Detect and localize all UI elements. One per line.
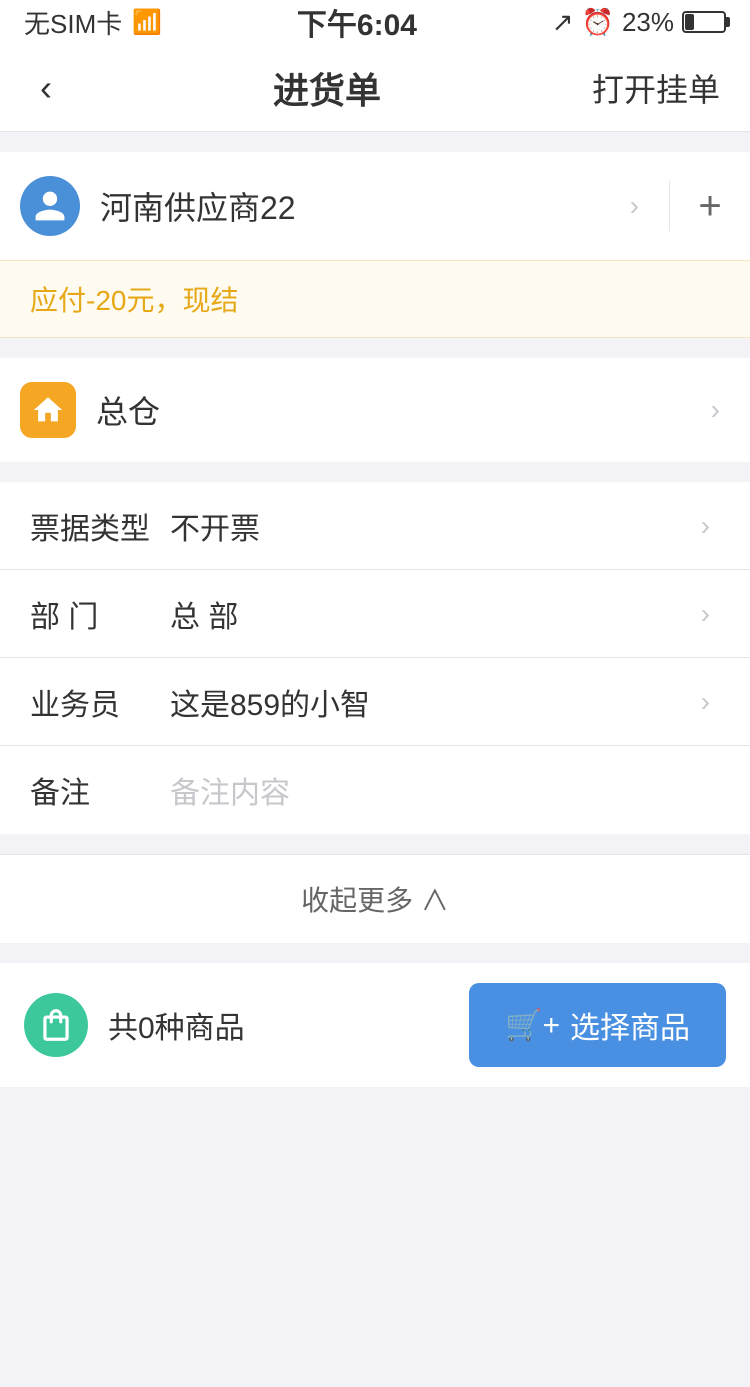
department-row[interactable]: 部 门 总 部 › <box>0 570 750 658</box>
product-count-text: 共0种商品 <box>108 1003 469 1047</box>
invoice-chevron-icon: › <box>701 510 710 542</box>
open-pending-button[interactable]: 打开挂单 <box>592 65 720 111</box>
salesperson-row[interactable]: 业务员 这是859的小智 › <box>0 658 750 746</box>
location-icon: ↗ <box>552 7 574 38</box>
back-button[interactable]: ‹ <box>30 57 62 119</box>
select-product-label: 选择商品 <box>570 1003 690 1047</box>
department-chevron-icon: › <box>701 598 710 630</box>
product-icon-container <box>24 993 88 1057</box>
salesperson-label: 业务员 <box>30 680 170 724</box>
shopping-bag-icon <box>37 1006 75 1044</box>
status-indicators: ↗ ⏰ 23% <box>552 7 726 38</box>
select-product-button[interactable]: 🛒+ 选择商品 <box>469 983 726 1067</box>
supplier-avatar <box>20 176 80 236</box>
add-supplier-button[interactable]: + <box>670 162 750 250</box>
department-value: 总 部 <box>170 592 701 636</box>
department-label: 部 门 <box>30 592 170 636</box>
salesperson-value: 这是859的小智 <box>170 680 701 724</box>
invoice-type-value: 不开票 <box>170 504 701 548</box>
select-product-icon: 🛒+ <box>505 1008 560 1043</box>
supplier-name: 河南供应商22 <box>100 183 630 229</box>
supplier-section: 河南供应商22 › + <box>0 152 750 260</box>
invoice-type-label: 票据类型 <box>30 504 170 548</box>
home-icon <box>31 393 65 427</box>
carrier-text: 无SIM卡 <box>24 4 122 41</box>
wifi-icon: 📶 <box>132 8 162 37</box>
status-bar: 无SIM卡 📶 下午6:04 ↗ ⏰ 23% <box>0 0 750 44</box>
warehouse-section[interactable]: 总仓 › <box>0 358 750 462</box>
battery-text: 23% <box>622 7 674 38</box>
gap-1 <box>0 132 750 152</box>
remark-input[interactable]: 备注内容 <box>170 768 720 812</box>
notice-banner: 应付-20元，现结 <box>0 260 750 338</box>
page-title: 进货单 <box>273 62 381 114</box>
status-carrier: 无SIM卡 📶 <box>24 4 162 41</box>
battery-icon <box>682 11 726 33</box>
collapse-button[interactable]: 收起更多 ∧ <box>0 854 750 943</box>
status-time: 下午6:04 <box>297 0 417 44</box>
main-content: 河南供应商22 › + 应付-20元，现结 总仓 › 票据类型 不开票 › 部 … <box>0 132 750 1387</box>
notice-text: 应付-20元，现结 <box>30 285 238 316</box>
remark-row[interactable]: 备注 备注内容 <box>0 746 750 834</box>
form-section: 票据类型 不开票 › 部 门 总 部 › 业务员 这是859的小智 › 备注 备… <box>0 482 750 834</box>
nav-bar: ‹ 进货单 打开挂单 <box>0 44 750 132</box>
collapse-label: 收起更多 ∧ <box>301 879 449 919</box>
alarm-icon: ⏰ <box>582 7 614 38</box>
salesperson-chevron-icon: › <box>701 686 710 718</box>
bottom-bar: 共0种商品 🛒+ 选择商品 <box>0 963 750 1087</box>
supplier-selector[interactable]: 河南供应商22 › <box>0 152 669 260</box>
warehouse-name: 总仓 <box>96 387 711 433</box>
warehouse-chevron-icon: › <box>711 394 720 426</box>
warehouse-icon <box>20 382 76 438</box>
remaining-space <box>0 1087 750 1387</box>
supplier-chevron-icon: › <box>630 190 639 222</box>
remark-label: 备注 <box>30 768 170 812</box>
person-icon <box>32 188 68 224</box>
invoice-type-row[interactable]: 票据类型 不开票 › <box>0 482 750 570</box>
